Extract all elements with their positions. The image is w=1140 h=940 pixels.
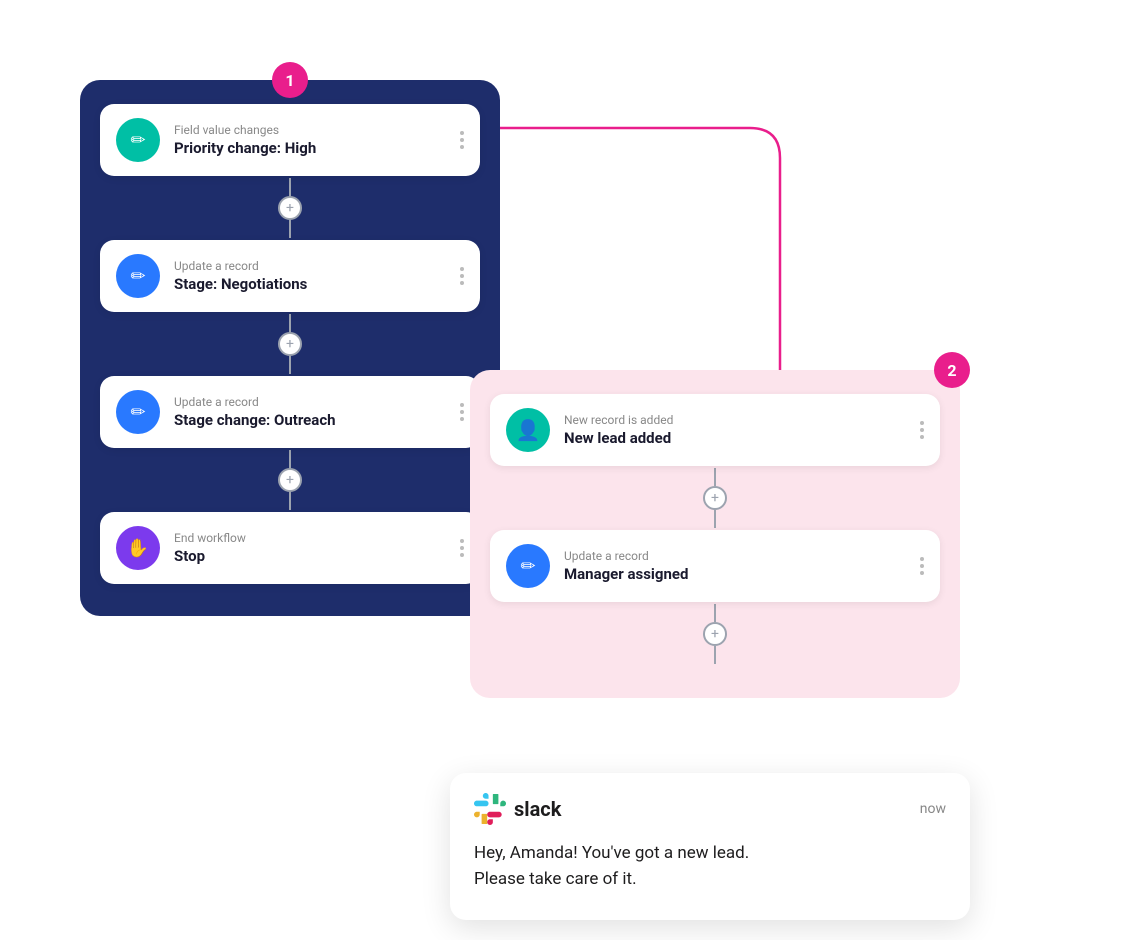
add-step-2[interactable]: + <box>278 332 302 356</box>
connector-1: + <box>278 178 302 238</box>
slack-name: slack <box>514 797 561 821</box>
add-step-3[interactable]: + <box>278 468 302 492</box>
card-label-new-lead: New record is added <box>564 413 906 427</box>
connector-2: + <box>278 314 302 374</box>
card-title-negotiations: Stage: Negotiations <box>174 275 446 293</box>
add-step-r1[interactable]: + <box>703 486 727 510</box>
card-label-field: Field value changes <box>174 123 446 137</box>
workflow-card-manager[interactable]: ✏ Update a record Manager assigned <box>490 530 940 602</box>
card-menu-stop[interactable] <box>460 539 464 557</box>
card-icon-teal: ✏ <box>116 118 160 162</box>
scene: 1 ✏ Field value changes Priority change:… <box>80 60 1080 920</box>
step-badge-1: 1 <box>272 62 308 98</box>
workflow-card-negotiations[interactable]: ✏ Update a record Stage: Negotiations <box>100 240 480 312</box>
workflow-panel-1: 1 ✏ Field value changes Priority change:… <box>80 80 500 616</box>
connector-r1: + <box>703 468 727 528</box>
card-label-stop: End workflow <box>174 531 446 545</box>
card-title-new-lead: New lead added <box>564 429 906 447</box>
card-label-outreach: Update a record <box>174 395 446 409</box>
card-label-manager: Update a record <box>564 549 906 563</box>
add-step-r2[interactable]: + <box>703 622 727 646</box>
card-title-outreach: Stage change: Outreach <box>174 411 446 429</box>
card-title-manager: Manager assigned <box>564 565 906 583</box>
slack-time: now <box>920 801 946 817</box>
slack-logo: slack <box>474 793 561 825</box>
card-menu-outreach[interactable] <box>460 403 464 421</box>
card-menu-negotiations[interactable] <box>460 267 464 285</box>
card-icon-blue-3: ✏ <box>506 544 550 588</box>
workflow-panel-2: 2 👤 New record is added New lead added +… <box>470 370 960 698</box>
card-icon-blue-1: ✏ <box>116 254 160 298</box>
connector-3: + <box>278 450 302 510</box>
card-icon-blue-2: ✏ <box>116 390 160 434</box>
workflow-card-new-lead[interactable]: 👤 New record is added New lead added <box>490 394 940 466</box>
workflow-card-outreach[interactable]: ✏ Update a record Stage change: Outreach <box>100 376 480 448</box>
card-title-field: Priority change: High <box>174 139 446 157</box>
card-title-stop: Stop <box>174 547 446 565</box>
card-icon-teal-2: 👤 <box>506 408 550 452</box>
card-menu-manager[interactable] <box>920 557 924 575</box>
connector-r2: + <box>703 604 727 664</box>
card-menu-field[interactable] <box>460 131 464 149</box>
card-icon-purple: ✋ <box>116 526 160 570</box>
slack-notification-card: slack now Hey, Amanda! You've got a new … <box>450 773 970 920</box>
workflow-card-field-value[interactable]: ✏ Field value changes Priority change: H… <box>100 104 480 176</box>
add-step-1[interactable]: + <box>278 196 302 220</box>
slack-icon <box>474 793 506 825</box>
card-menu-new-lead[interactable] <box>920 421 924 439</box>
step-badge-2: 2 <box>934 352 970 388</box>
workflow-card-stop[interactable]: ✋ End workflow Stop <box>100 512 480 584</box>
card-label-negotiations: Update a record <box>174 259 446 273</box>
slack-header: slack now <box>474 793 946 825</box>
slack-message: Hey, Amanda! You've got a new lead. Plea… <box>474 841 946 892</box>
